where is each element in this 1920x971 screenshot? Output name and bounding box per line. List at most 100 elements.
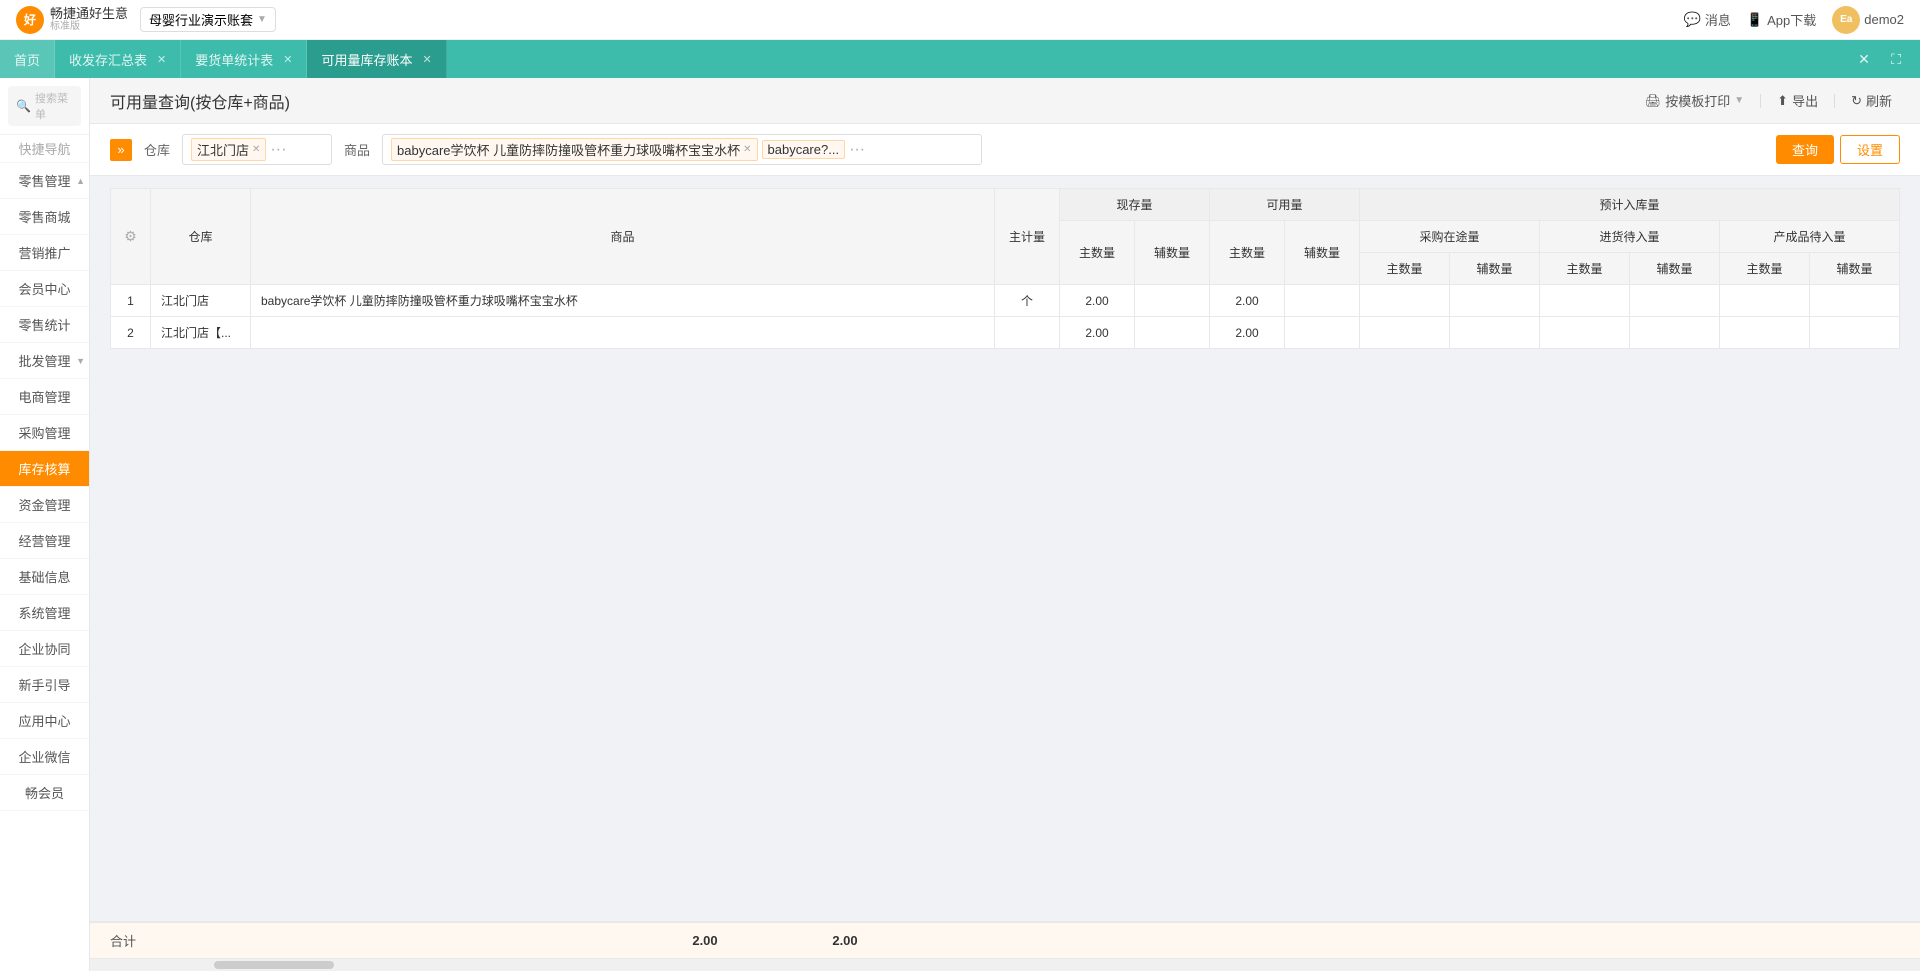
tab-receive-summary[interactable]: 收发存汇总表 ✕ [55,40,181,78]
th-pt-main: 主数量 [1360,253,1450,285]
th-available-main: 主数量 [1210,221,1285,285]
footer-label: 合计 [100,931,670,950]
warehouse-label: 仓库 [144,140,170,159]
cell-available-aux [1285,285,1360,317]
cell-pt-main [1360,285,1450,317]
search-label: 搜索菜单 [35,90,73,122]
top-bar-right: 💬 消息 📱 App下载 Ea demo2 [1683,6,1904,34]
chevron-down-icon: ▼ [1734,95,1744,106]
sidebar-item-chang-member[interactable]: 畅会员 [0,775,89,811]
tab-close-icon[interactable]: ✕ [423,53,432,66]
tab-order-stats[interactable]: 要货单统计表 ✕ [181,40,307,78]
cell-pt-main [1360,317,1450,349]
settings-button[interactable]: 设置 [1840,135,1900,164]
th-pr-aux: 辅数量 [1810,253,1900,285]
chevron-icon: ▲ [76,176,85,186]
refresh-btn[interactable]: ↻ 刷新 [1843,88,1900,113]
cell-available-aux [1285,317,1360,349]
scroll-bar[interactable] [90,959,1920,971]
cell-pi-main [1540,317,1630,349]
more-dots[interactable]: ··· [270,141,286,159]
filter-toggle-btn[interactable]: » [110,139,132,161]
cell-current-aux [1135,285,1210,317]
message-action[interactable]: 💬 消息 [1683,10,1730,29]
th-current-aux: 辅数量 [1135,221,1210,285]
top-bar: 好 畅捷通好生意 标准版 母婴行业演示账套 ▼ 💬 消息 📱 App下载 Ea … [0,0,1920,40]
query-button[interactable]: 查询 [1776,135,1834,164]
logo-area: 好 畅捷通好生意 标准版 [16,6,128,34]
cell-no: 2 [111,317,151,349]
th-gear[interactable]: ⚙ [111,189,151,285]
cell-available-main: 2.00 [1210,285,1285,317]
cell-pt-aux [1450,317,1540,349]
tab-available-inventory[interactable]: 可用量库存账本 ✕ [307,40,446,78]
remove-warehouse-icon[interactable]: ✕ [252,144,260,155]
th-pr-main: 主数量 [1720,253,1810,285]
cell-warehouse: 江北门店【... [151,317,251,349]
sidebar-item-app-center[interactable]: 应用中心 [0,703,89,739]
sidebar-item-retail[interactable]: 零售管理 ▲ [0,163,89,199]
page-actions: 🖨 按模板打印 ▼ ⬆ 导出 ↻ 刷新 [1637,88,1900,113]
sidebar-item-enterprise[interactable]: 企业协同 [0,631,89,667]
sidebar-search[interactable]: 🔍 搜索菜单 [0,78,89,135]
user-name: demo2 [1864,12,1904,27]
table-wrap: ⚙ 仓库 商品 主计量 现存量 可用量 预计入库量 主数量 辅数量 主数量 辅数… [90,176,1920,921]
sidebar-item-system[interactable]: 系统管理 [0,595,89,631]
cell-warehouse: 江北门店 [151,285,251,317]
sidebar-item-marketing[interactable]: 营销推广 [0,235,89,271]
tab-available-label: 可用量库存账本 [321,50,412,69]
cell-pr-aux [1810,285,1900,317]
warehouse-filter[interactable]: 江北门店 ✕ ··· [182,134,332,165]
sidebar-item-wechat-work[interactable]: 企业微信 [0,739,89,775]
export-icon: ⬆ [1777,93,1788,109]
sidebar-item-purchase[interactable]: 采购管理 [0,415,89,451]
table-row: 2 江北门店【... 2.00 2.00 [111,317,1900,349]
cell-current-main: 2.00 [1060,317,1135,349]
cell-pi-aux [1630,285,1720,317]
divider [1760,94,1761,108]
scroll-thumb[interactable] [214,961,334,969]
expand-tab-btn[interactable]: ⛶ [1884,47,1908,71]
tab-close-icon[interactable]: ✕ [157,53,166,66]
th-production-incoming: 产成品待入量 [1720,221,1900,253]
th-product: 商品 [251,189,995,285]
close-tab-btn[interactable]: ✕ [1852,47,1876,71]
tab-home[interactable]: 首页 [0,40,55,78]
cell-no: 1 [111,285,151,317]
filter-area: » 仓库 江北门店 ✕ ··· 商品 babycare学饮杯 儿童防摔防撞吸管杯… [90,124,1920,176]
more-dots-2[interactable]: ··· [849,141,865,159]
page-header: 可用量查询(按仓库+商品) 🖨 按模板打印 ▼ ⬆ 导出 ↻ 刷新 [90,78,1920,124]
sidebar-item-member[interactable]: 会员中心 [0,271,89,307]
th-available: 可用量 [1210,189,1360,221]
page-title: 可用量查询(按仓库+商品) [110,89,290,113]
sidebar-item-base-info[interactable]: 基础信息 [0,559,89,595]
product-filter[interactable]: babycare学饮杯 儿童防摔防撞吸管杯重力球吸嘴杯宝宝水杯 ✕ babyca… [382,134,982,165]
refresh-icon: ↻ [1851,93,1862,109]
tab-actions: ✕ ⛶ [1852,47,1920,71]
remove-product1-icon[interactable]: ✕ [743,144,751,155]
data-table: ⚙ 仓库 商品 主计量 现存量 可用量 预计入库量 主数量 辅数量 主数量 辅数… [110,188,1900,349]
sidebar-item-retail-mall[interactable]: 零售商城 [0,199,89,235]
chevron-icon: ▼ [76,356,85,366]
sidebar-item-newbie[interactable]: 新手引导 [0,667,89,703]
divider [1834,94,1835,108]
sidebar-item-ecommerce[interactable]: 电商管理 [0,379,89,415]
cell-pt-aux [1450,285,1540,317]
tab-close-icon[interactable]: ✕ [283,53,292,66]
app-download-action[interactable]: 📱 App下载 [1747,10,1816,29]
sidebar-item-quick-nav: 快捷导航 [0,135,89,163]
th-pi-main: 主数量 [1540,253,1630,285]
main-layout: 🔍 搜索菜单 快捷导航 零售管理 ▲ 零售商城 营销推广 会员中心 零售统计 [0,78,1920,971]
sidebar-item-finance[interactable]: 资金管理 [0,487,89,523]
gear-icon: ⚙ [124,228,137,244]
print-template-btn[interactable]: 🖨 按模板打印 ▼ [1637,88,1752,113]
user-area[interactable]: Ea demo2 [1832,6,1904,34]
sidebar-item-business[interactable]: 经营管理 [0,523,89,559]
sidebar-item-inventory[interactable]: 库存核算 [0,451,89,487]
export-btn[interactable]: ⬆ 导出 [1769,88,1826,113]
logo-icon: 好 [16,6,44,34]
tenant-selector[interactable]: 母婴行业演示账套 ▼ [140,7,276,32]
sidebar-item-wholesale[interactable]: 批发管理 ▼ [0,343,89,379]
cell-pi-aux [1630,317,1720,349]
sidebar-item-retail-stats[interactable]: 零售统计 [0,307,89,343]
